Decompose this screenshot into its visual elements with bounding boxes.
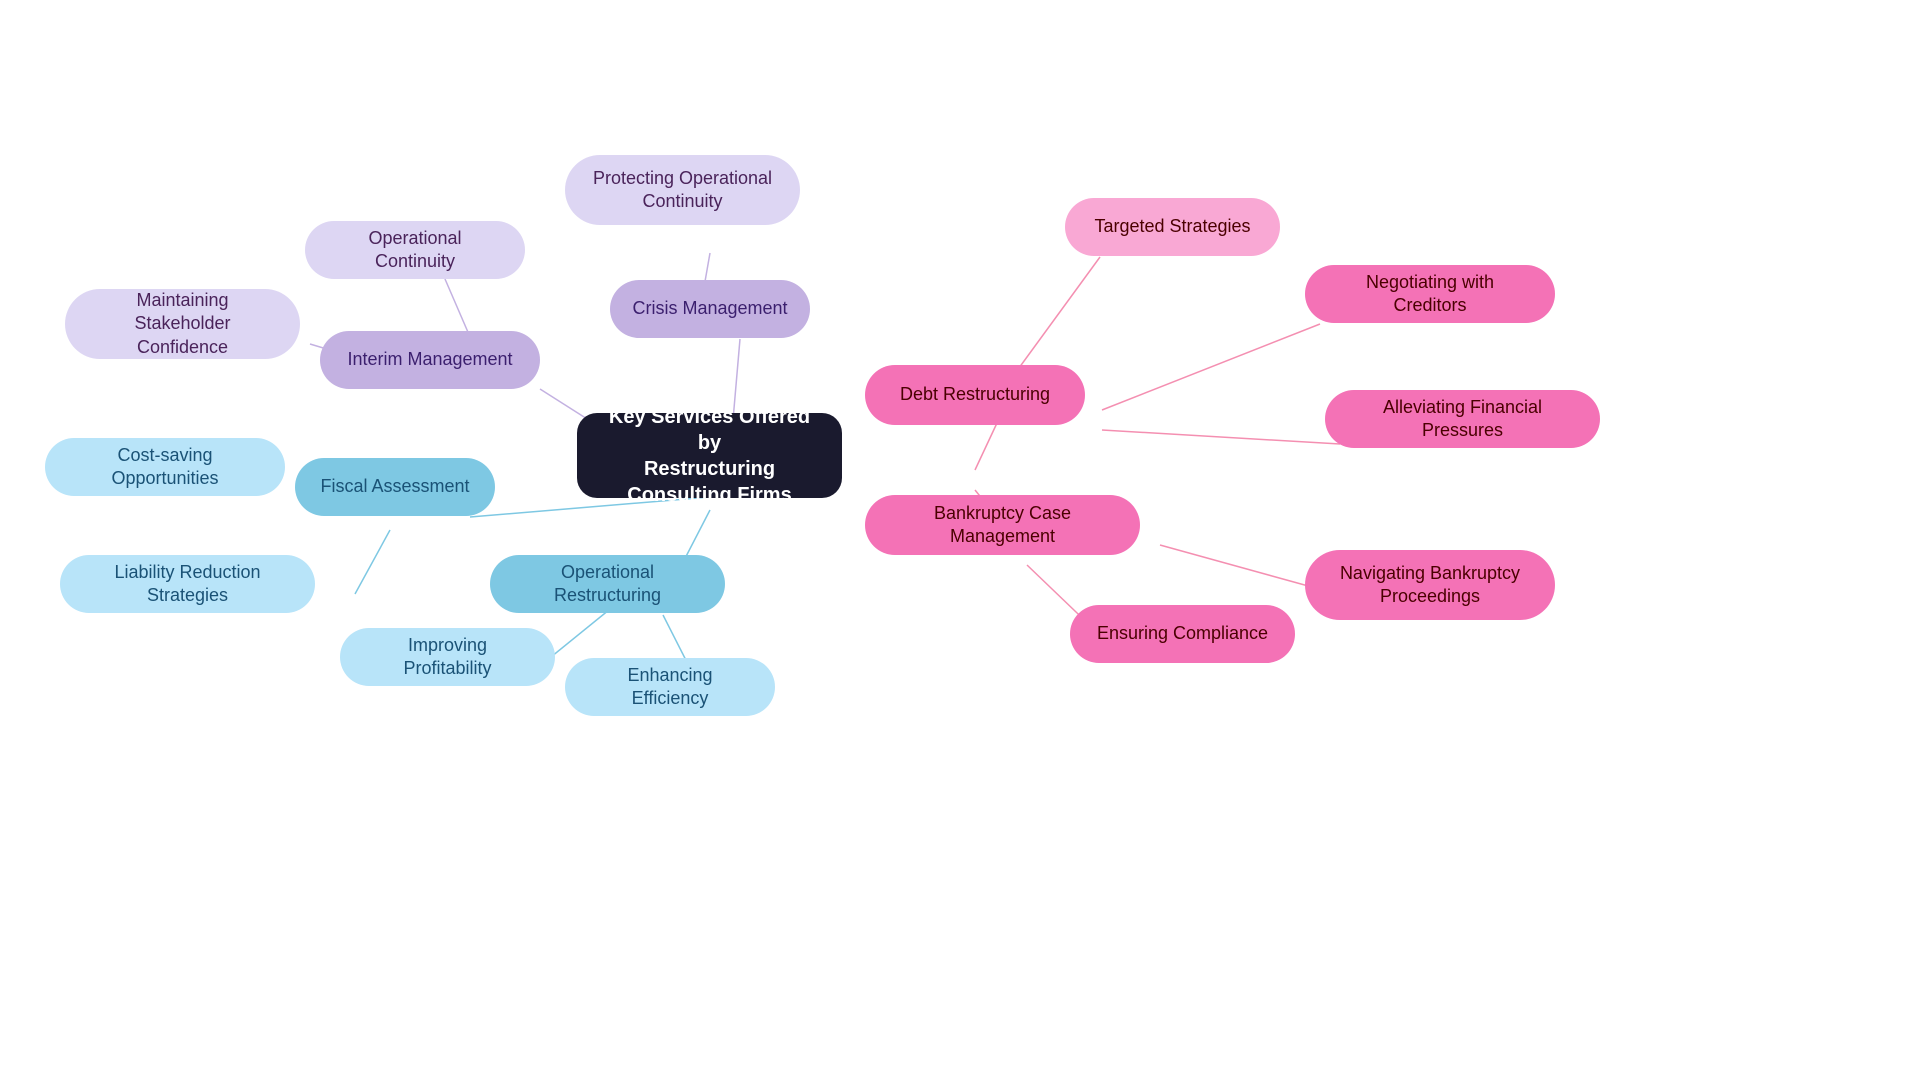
crisis-management-node: Crisis Management [610,280,810,338]
mindmap-container: Key Services Offered byRestructuring Con… [0,0,1920,1083]
protecting-operational-node: Protecting OperationalContinuity [565,155,800,225]
negotiating-creditors-node: Negotiating with Creditors [1305,265,1555,323]
targeted-strategies-node: Targeted Strategies [1065,198,1280,256]
fiscal-assessment-node: Fiscal Assessment [295,458,495,516]
maintaining-stakeholder-node: Maintaining StakeholderConfidence [65,289,300,359]
operational-restructuring-node: Operational Restructuring [490,555,725,613]
improving-profitability-node: Improving Profitability [340,628,555,686]
interim-management-node: Interim Management [320,331,540,389]
bankruptcy-case-node: Bankruptcy Case Management [865,495,1140,555]
cost-saving-node: Cost-saving Opportunities [45,438,285,496]
center-node: Key Services Offered byRestructuring Con… [577,413,842,498]
operational-continuity-node: Operational Continuity [305,221,525,279]
ensuring-compliance-node: Ensuring Compliance [1070,605,1295,663]
navigating-bankruptcy-node: Navigating BankruptcyProceedings [1305,550,1555,620]
alleviating-financial-node: Alleviating Financial Pressures [1325,390,1600,448]
debt-restructuring-node: Debt Restructuring [865,365,1085,425]
liability-reduction-node: Liability Reduction Strategies [60,555,315,613]
enhancing-efficiency-node: Enhancing Efficiency [565,658,775,716]
